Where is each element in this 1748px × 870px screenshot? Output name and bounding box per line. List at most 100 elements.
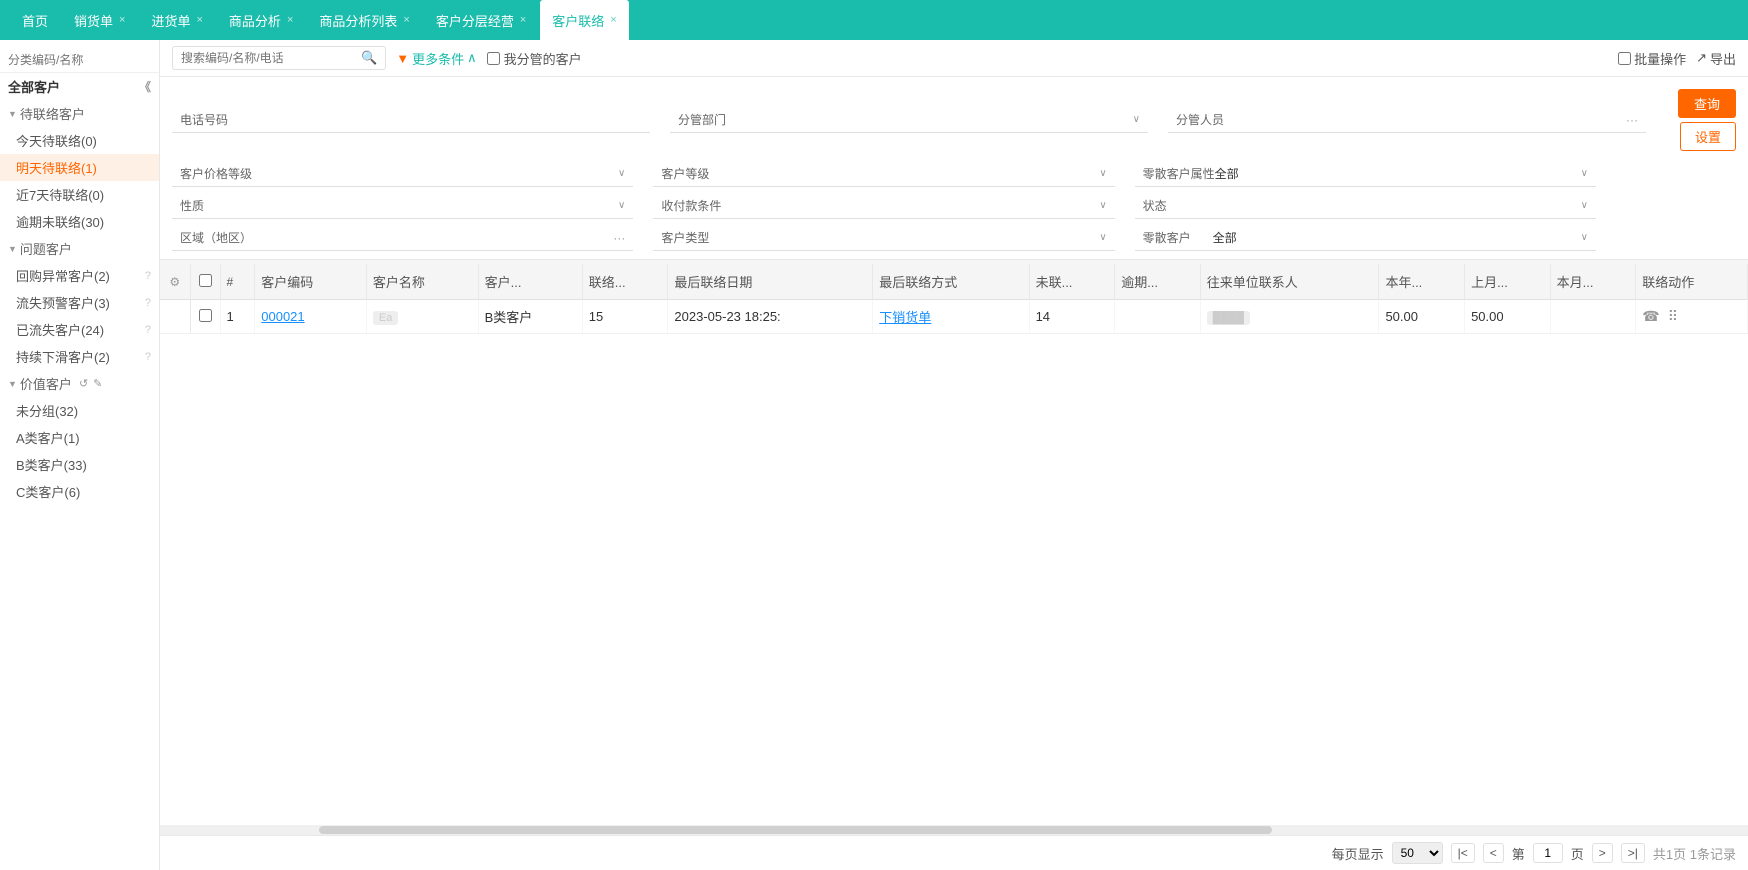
setting-btn[interactable]: 设置 (1680, 122, 1736, 151)
last-method-link[interactable]: 下销货单 (879, 310, 931, 325)
region-dots[interactable]: ··· (613, 231, 625, 245)
sidebar-repurchase-abnormal[interactable]: 回购异常客户(2) ? (0, 262, 159, 289)
sidebar-churned[interactable]: 已流失客户(24) ? (0, 316, 159, 343)
sidebar-all-customers[interactable]: 全部客户 《 (0, 73, 159, 100)
filter-price-level[interactable]: 客户价格等级 ∨ (172, 161, 633, 187)
price-level-arrow[interactable]: ∨ (618, 168, 625, 179)
sidebar-b-class[interactable]: B类客户(33) (0, 451, 159, 478)
sidebar-a-class[interactable]: A类客户(1) (0, 424, 159, 451)
customer-level-arrow[interactable]: ∨ (1099, 168, 1106, 179)
sidebar-pending-group[interactable]: 待联络客户 (0, 100, 159, 127)
nav-home[interactable]: 首页 (10, 11, 60, 30)
close-analysis-list-tab[interactable]: × (403, 14, 409, 26)
my-customers-checkbox[interactable] (487, 52, 500, 65)
filter-row-2: 客户价格等级 ∨ 客户等级 ∨ 零散客户属性 全部 ∨ (172, 161, 1736, 187)
sidebar-c-class[interactable]: C类客户(6) (0, 478, 159, 505)
row-code: 000021 (255, 300, 367, 334)
sidebar-collapse-btn[interactable]: 《 (139, 78, 151, 95)
batch-checkbox (1618, 52, 1631, 65)
search-icon[interactable]: 🔍 (361, 50, 377, 66)
nav-tab-analysis[interactable]: 商品分析 × (217, 0, 305, 40)
filter-status[interactable]: 状态 ∨ (1135, 193, 1596, 219)
sidebar-tomorrow-pending[interactable]: 明天待联络(1) (0, 154, 159, 181)
sidebar-7days-pending[interactable]: 近7天待联络(0) (0, 181, 159, 208)
row-unit-contact: ████ (1200, 300, 1379, 334)
manager-input[interactable] (1246, 113, 1638, 127)
close-purchase-tab[interactable]: × (196, 14, 202, 26)
col-settings[interactable]: ⚙ (160, 264, 190, 300)
row-checkbox[interactable] (199, 309, 212, 322)
sidebar-problem-group[interactable]: 问题客户 (0, 235, 159, 262)
close-customer-contact-tab[interactable]: × (610, 14, 616, 26)
page-input[interactable]: 1 (1533, 843, 1563, 863)
value-refresh-icon[interactable]: ↺ (79, 377, 88, 390)
query-btn[interactable]: 查询 (1678, 89, 1736, 118)
sidebar-declining[interactable]: 持续下滑客户(2) ? (0, 343, 159, 370)
help-icon-1[interactable]: ? (145, 297, 151, 309)
last-page-btn[interactable]: >| (1621, 843, 1645, 863)
col-name-header: 客户名称 (366, 264, 478, 300)
col-contacts-header: 联络... (582, 264, 668, 300)
nav-tab-customer-ops[interactable]: 客户分层经营 × (424, 0, 538, 40)
close-sales-tab[interactable]: × (119, 14, 125, 26)
toolbar-right: 批量操作 ↗ 导出 (1618, 49, 1736, 68)
nav-tab-customer-contact[interactable]: 客户联络 × (540, 0, 628, 40)
batch-op-btn[interactable]: 批量操作 (1618, 49, 1686, 68)
retail-customer-arrow[interactable]: ∨ (1581, 232, 1588, 243)
sidebar-search-input[interactable] (8, 53, 160, 67)
horizontal-scrollbar[interactable] (160, 825, 1748, 835)
filter-payment[interactable]: 收付款条件 ∨ (653, 193, 1114, 219)
row-last-method: 下销货单 (873, 300, 1029, 334)
sidebar-ungrouped[interactable]: 未分组(32) (0, 397, 159, 424)
sidebar-churn-warning[interactable]: 流失预警客户(3) ? (0, 289, 159, 316)
close-customer-ops-tab[interactable]: × (520, 14, 526, 26)
nav-tab-analysis-list[interactable]: 商品分析列表 × (307, 0, 421, 40)
filter-icon: ▼ (396, 51, 409, 66)
export-btn[interactable]: ↗ 导出 (1696, 49, 1736, 68)
nav-tab-sales[interactable]: 销货单 × (62, 0, 137, 40)
table-wrap: ⚙ # 客户编码 客户名称 客户... (160, 264, 1748, 825)
total-info: 共1页 1条记录 (1653, 844, 1736, 863)
more-conditions-btn[interactable]: ▼ 更多条件 ∧ (396, 49, 476, 68)
help-icon-2[interactable]: ? (145, 324, 151, 336)
filter-phone: 电话号码 (172, 107, 650, 133)
customer-code-link[interactable]: 000021 (261, 309, 304, 324)
prev-page-btn[interactable]: < (1483, 843, 1504, 863)
status-arrow[interactable]: ∨ (1581, 200, 1588, 211)
page-size-select[interactable]: 50 100 200 (1392, 842, 1443, 864)
filter-retail-customer[interactable]: 零散客户 全部 ∨ (1135, 225, 1596, 251)
filter-dept[interactable]: 分管部门 ∨ (670, 107, 1148, 133)
sidebar-today-pending[interactable]: 今天待联络(0) (0, 127, 159, 154)
action-menu-icon[interactable]: ⠿ (1668, 308, 1678, 325)
action-phone-icon[interactable]: ☎ (1642, 308, 1659, 325)
region-input[interactable] (252, 231, 625, 245)
phone-input[interactable] (250, 113, 642, 127)
filter-retail-attr[interactable]: 零散客户属性 全部 ∨ (1135, 161, 1596, 187)
top-nav: 首页 销货单 × 进货单 × 商品分析 × 商品分析列表 × 客户分层经营 × … (0, 0, 1748, 40)
help-icon-0[interactable]: ? (145, 270, 151, 282)
gender-arrow[interactable]: ∨ (618, 200, 625, 211)
value-edit-icon[interactable]: ✎ (93, 377, 102, 390)
filter-row-1: 电话号码 分管部门 ∨ 分管人员 ··· 查询 设置 (172, 85, 1736, 155)
dept-arrow[interactable]: ∨ (1133, 114, 1140, 125)
filter-customer-level[interactable]: 客户等级 ∨ (653, 161, 1114, 187)
first-page-btn[interactable]: |< (1451, 843, 1475, 863)
col-last-date-header: 最后联络日期 (668, 264, 873, 300)
customer-type-arrow[interactable]: ∨ (1099, 232, 1106, 243)
payment-arrow[interactable]: ∨ (1099, 200, 1106, 211)
nav-tab-purchase[interactable]: 进货单 × (139, 0, 214, 40)
col-unit-contact-header: 往来单位联系人 (1200, 264, 1379, 300)
manager-dots[interactable]: ··· (1626, 113, 1638, 127)
retail-attr-arrow[interactable]: ∨ (1581, 168, 1588, 179)
filter-gender[interactable]: 性质 ∨ (172, 193, 633, 219)
close-analysis-tab[interactable]: × (287, 14, 293, 26)
sidebar-value-group[interactable]: 价值客户 ↺ ✎ (0, 370, 159, 397)
scrollbar-thumb[interactable] (319, 826, 1272, 834)
next-page-btn[interactable]: > (1592, 843, 1613, 863)
help-icon-3[interactable]: ? (145, 351, 151, 363)
select-all-checkbox[interactable] (199, 274, 212, 287)
sidebar-overdue-pending[interactable]: 逾期未联络(30) (0, 208, 159, 235)
col-overdue-header: 逾期... (1115, 264, 1201, 300)
filter-customer-type[interactable]: 客户类型 ∨ (653, 225, 1114, 251)
search-input[interactable] (181, 51, 361, 65)
